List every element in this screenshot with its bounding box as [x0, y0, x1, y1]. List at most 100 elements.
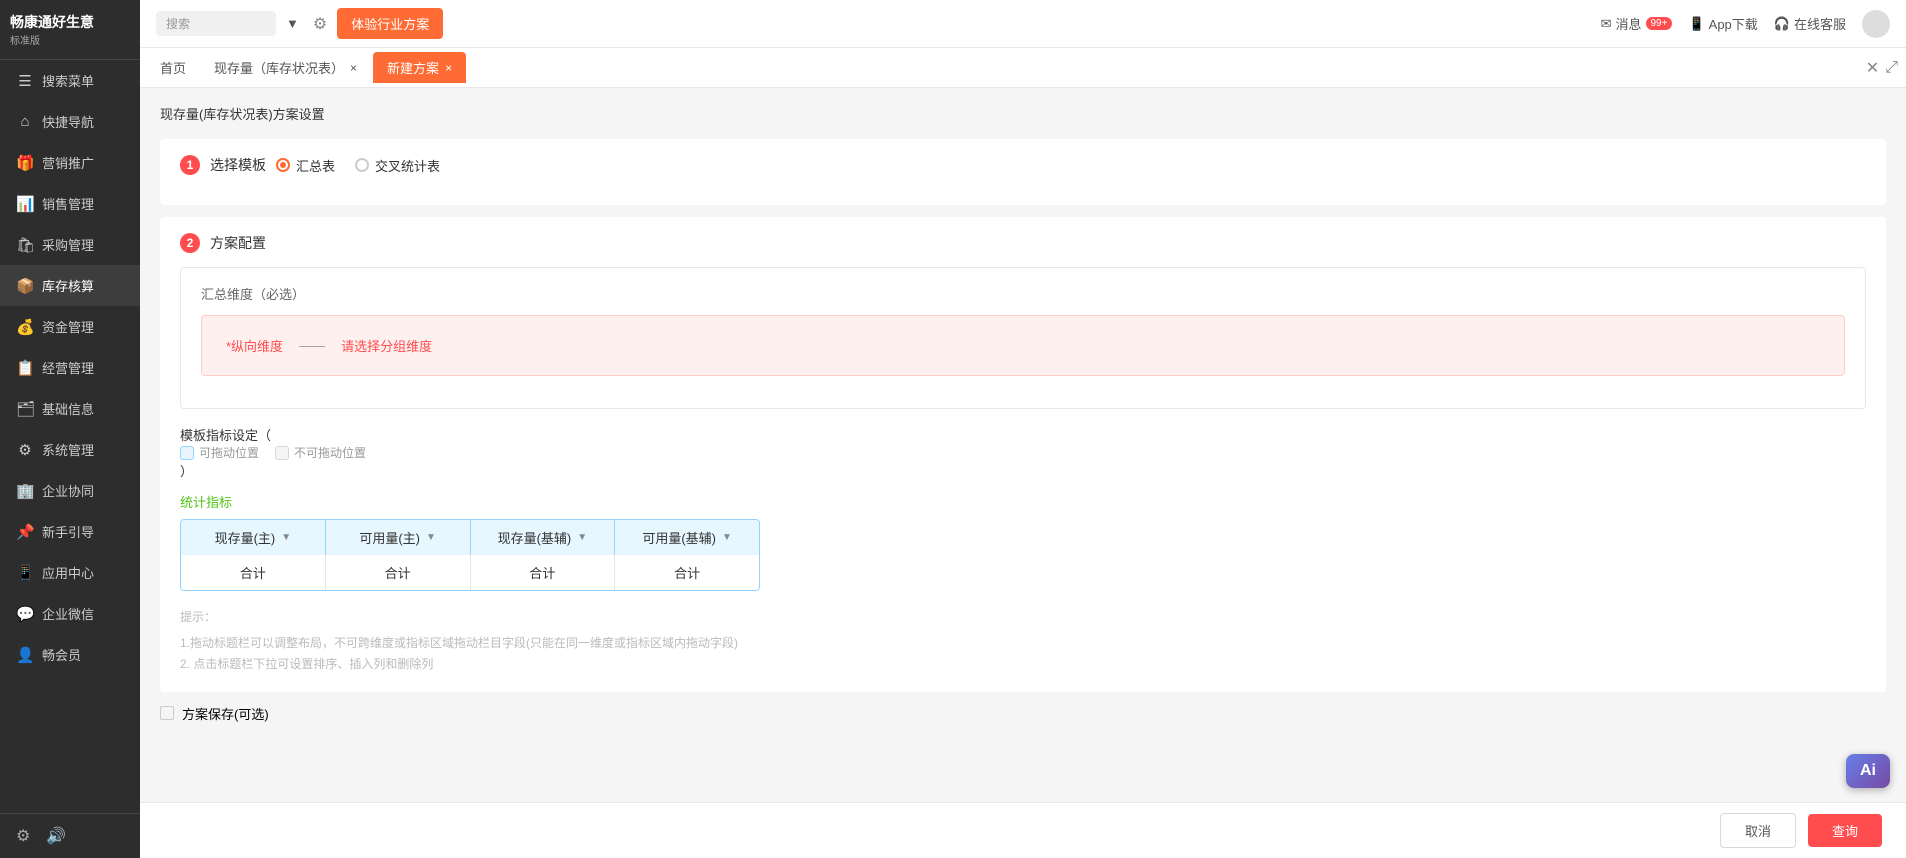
- sidebar-item-app-center[interactable]: 📱 应用中心: [0, 552, 140, 593]
- indicator-table: 现存量(主) ▼ 可用量(主) ▼ 现存量(基辅) ▼ 可用量(基辅) ▼: [180, 519, 760, 591]
- sidebar: 畅康通好生意 标准版 ☰ 搜索菜单 ⌂ 快捷导航 🎁 营销推广 📊 销售管理 🛍…: [0, 0, 140, 858]
- cancel-button[interactable]: 取消: [1720, 813, 1796, 848]
- ai-button[interactable]: Ai: [1846, 754, 1890, 788]
- col-header-0[interactable]: 现存量(主) ▼: [181, 520, 326, 555]
- col-chevron-0[interactable]: ▼: [281, 532, 291, 543]
- radio-summary-label: 汇总表: [296, 156, 335, 175]
- tab-bar-right: ✕ ⤢: [1866, 58, 1898, 78]
- topbar-search-display: 搜索: [156, 11, 276, 36]
- radio-summary[interactable]: 汇总表: [276, 156, 335, 175]
- messages-badge: 99+: [1646, 17, 1673, 30]
- sidebar-item-label: 营销推广: [42, 153, 94, 172]
- step2-header: 2 方案配置: [180, 233, 1866, 253]
- non-draggable-label: 不可拖动位置: [294, 444, 366, 461]
- sidebar-item-enterprise[interactable]: 🏢 企业协同: [0, 470, 140, 511]
- sidebar-item-guide[interactable]: 📌 新手引导: [0, 511, 140, 552]
- search-menu-icon: ☰: [16, 72, 34, 90]
- experience-button[interactable]: 体验行业方案: [337, 8, 443, 39]
- sidebar-footer: ⚙ 🔊: [0, 813, 140, 858]
- indicator-legend: 可拖动位置 不可拖动位置: [180, 444, 366, 461]
- col-chevron-2[interactable]: ▼: [577, 532, 587, 543]
- close-panel-icon[interactable]: ✕: [1866, 58, 1879, 78]
- indicator-settings: 模板指标设定（ 可拖动位置 不可拖动位置 ）: [180, 425, 1866, 480]
- col-body-0: 合计: [181, 555, 326, 590]
- clipboard-icon: 📋: [16, 359, 34, 377]
- tab-new-plan[interactable]: 新建方案 ×: [373, 52, 466, 83]
- col-body-2: 合计: [471, 555, 616, 590]
- topbar-right: ✉ 消息 99+ 📱 App下载 🎧 在线客服: [1601, 10, 1890, 38]
- col-sub-2: 合计: [529, 563, 555, 582]
- sidebar-item-search-menu[interactable]: ☰ 搜索菜单: [0, 60, 140, 101]
- tab-inventory-status[interactable]: 现存量（库存状况表） ×: [200, 52, 371, 83]
- col-header-1[interactable]: 可用量(主) ▼: [326, 520, 471, 555]
- sidebar-item-label: 新手引导: [42, 522, 94, 541]
- page-title: 现存量(库存状况表)方案设置: [160, 104, 1886, 123]
- building-icon: 🏢: [16, 482, 34, 500]
- col-chevron-3[interactable]: ▼: [722, 532, 732, 543]
- user-avatar[interactable]: [1862, 10, 1890, 38]
- audio-icon[interactable]: 🔊: [46, 826, 66, 846]
- col-body-3: 合计: [615, 555, 759, 590]
- sidebar-item-inventory[interactable]: 📦 库存核算: [0, 265, 140, 306]
- dimension-placeholder[interactable]: 请选择分组维度: [341, 336, 432, 355]
- sidebar-item-sales[interactable]: 📊 销售管理: [0, 183, 140, 224]
- settings-icon[interactable]: ⚙: [16, 826, 30, 846]
- tip2: 2. 点击标题栏下拉可设置排序、插入列和删除列: [180, 654, 1866, 676]
- sidebar-item-label: 基础信息: [42, 399, 94, 418]
- message-icon: ✉: [1601, 16, 1612, 32]
- step2-badge: 2: [180, 233, 200, 253]
- app-download-button[interactable]: 📱 App下载: [1688, 14, 1757, 33]
- box-icon: 📦: [16, 277, 34, 295]
- non-draggable-box: [275, 446, 289, 460]
- sidebar-item-label: 应用中心: [42, 563, 94, 582]
- topbar-dropdown[interactable]: ▼: [286, 16, 299, 31]
- tab-new-plan-close[interactable]: ×: [445, 61, 452, 75]
- sidebar-item-quick-nav[interactable]: ⌂ 快捷导航: [0, 101, 140, 142]
- save-plan-label: 方案保存(可选): [182, 704, 269, 723]
- sidebar-item-purchase[interactable]: 🛍 采购管理: [0, 224, 140, 265]
- bag-icon: 🛍: [16, 236, 34, 254]
- draggable-legend: 可拖动位置: [180, 444, 259, 461]
- sidebar-item-label: 库存核算: [42, 276, 94, 295]
- indicator-label-text: 模板指标设定（ 可拖动位置 不可拖动位置 ）: [180, 425, 366, 480]
- sidebar-item-label: 搜索菜单: [42, 71, 94, 90]
- tab-home[interactable]: 首页: [148, 52, 198, 83]
- step1-title: 选择模板: [210, 155, 266, 175]
- phone-icon: 📱: [1688, 16, 1704, 32]
- col-label-2: 现存量(基辅): [498, 528, 572, 547]
- sidebar-item-wechat[interactable]: 💬 企业微信: [0, 593, 140, 634]
- online-service-button[interactable]: 🎧 在线客服: [1774, 14, 1846, 33]
- money-icon: 💰: [16, 318, 34, 336]
- save-plan-checkbox[interactable]: [160, 706, 174, 720]
- folder-icon: 🗂: [16, 400, 34, 418]
- tab-inventory-close[interactable]: ×: [350, 61, 357, 75]
- sidebar-item-system[interactable]: ⚙ 系统管理: [0, 429, 140, 470]
- radio-cross[interactable]: 交叉统计表: [355, 156, 440, 175]
- sidebar-item-basic-info[interactable]: 🗂 基础信息: [0, 388, 140, 429]
- main-area: 搜索 ▼ ⚙ 体验行业方案 ✉ 消息 99+ 📱 App下载 🎧 在线客服 首页…: [140, 0, 1906, 858]
- sidebar-item-operations[interactable]: 📋 经营管理: [0, 347, 140, 388]
- stats-label: 统计指标: [180, 492, 1866, 511]
- summary-dimension-title: 汇总维度（必选）: [201, 284, 1845, 303]
- sidebar-item-member[interactable]: 👤 畅会员: [0, 634, 140, 675]
- sidebar-logo: 畅康通好生意 标准版: [0, 0, 140, 60]
- col-chevron-1[interactable]: ▼: [426, 532, 436, 543]
- messages-button[interactable]: ✉ 消息 99+: [1601, 14, 1673, 33]
- col-header-2[interactable]: 现存量(基辅) ▼: [471, 520, 616, 555]
- step2-title: 方案配置: [210, 233, 266, 253]
- sidebar-item-marketing[interactable]: 🎁 营销推广: [0, 142, 140, 183]
- tips-section: 提示： 1.拖动标题栏可以调整布局，不可跨维度或指标区域拖动栏目字段(只能在同一…: [180, 607, 1866, 676]
- sidebar-item-label: 企业协同: [42, 481, 94, 500]
- dimension-dash: ——: [299, 338, 325, 353]
- indicator-settings-label: 模板指标设定（ 可拖动位置 不可拖动位置 ）: [180, 425, 1866, 480]
- tab-bar: 首页 现存量（库存状况表） × 新建方案 × ✕ ⤢: [140, 48, 1906, 88]
- sidebar-item-label: 采购管理: [42, 235, 94, 254]
- col-header-3[interactable]: 可用量(基辅) ▼: [615, 520, 759, 555]
- step1-badge: 1: [180, 155, 200, 175]
- query-button[interactable]: 查询: [1808, 814, 1882, 847]
- radio-cross-label: 交叉统计表: [375, 156, 440, 175]
- user-icon: 👤: [16, 646, 34, 664]
- expand-icon[interactable]: ⤢: [1885, 59, 1898, 77]
- sidebar-item-finance[interactable]: 💰 资金管理: [0, 306, 140, 347]
- topbar-gear-icon[interactable]: ⚙: [313, 14, 327, 34]
